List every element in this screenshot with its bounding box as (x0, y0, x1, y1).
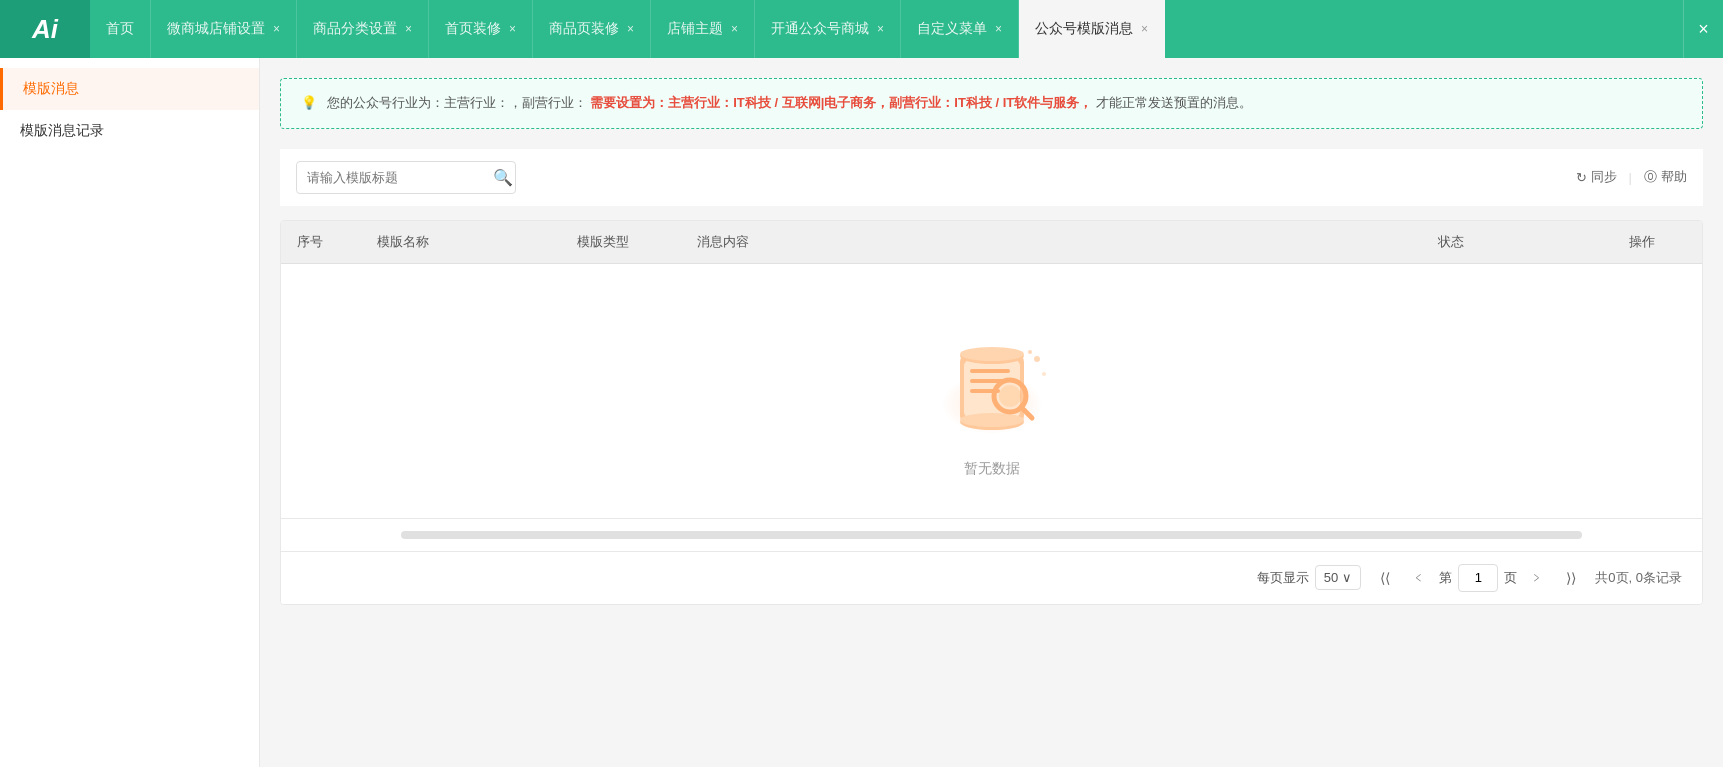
nav-tab-product-decor[interactable]: 商品页装修 × (533, 0, 651, 58)
page-layout: 模版消息模版消息记录 💡 您的公众号行业为：主营行业：，副营行业： 需要设置为：… (0, 58, 1723, 767)
sync-icon: ↻ (1576, 170, 1587, 185)
nav-tab-close[interactable]: × (405, 22, 412, 36)
search-right: ↻ 同步 | ⓪ 帮助 (1576, 168, 1687, 186)
sync-button[interactable]: ↻ 同步 (1576, 168, 1617, 186)
nav-tab-close[interactable]: × (995, 22, 1002, 36)
search-button[interactable]: 🔍 (485, 162, 516, 193)
col-header-type: 模版类型 (561, 221, 681, 263)
nav-tab-custom-menu[interactable]: 自定义菜单 × (901, 0, 1019, 58)
divider: | (1629, 170, 1632, 185)
page-nav: ⟨⟨ ﹤ 第 页 ﹥ ⟩⟩ (1371, 564, 1585, 592)
nav-tab-close[interactable]: × (731, 22, 738, 36)
nav-tab-category[interactable]: 商品分类设置 × (297, 0, 429, 58)
sidebar-item-template-msg[interactable]: 模版消息 (0, 68, 259, 110)
empty-state: 暂无数据 (281, 264, 1702, 518)
page-size-value: 50 (1324, 570, 1338, 585)
empty-illustration (932, 324, 1052, 444)
nav-tab-label: 商品页装修 (549, 20, 619, 38)
page-size-label: 每页显示 (1257, 569, 1309, 587)
svg-rect-3 (970, 369, 1010, 373)
last-page-button[interactable]: ⟩⟩ (1557, 564, 1585, 592)
main-content: 💡 您的公众号行业为：主营行业：，副营行业： 需要设置为：主营行业：IT科技 /… (260, 58, 1723, 767)
help-icon: ⓪ (1644, 168, 1657, 186)
svg-point-9 (960, 413, 1024, 427)
nav-tab-label: 微商城店铺设置 (167, 20, 265, 38)
brand-logo[interactable]: Ai (0, 0, 90, 58)
help-label: 帮助 (1661, 168, 1687, 186)
nav-tab-template-msg[interactable]: 公众号模版消息 × (1019, 0, 1165, 58)
nav-tab-label: 首页装修 (445, 20, 501, 38)
nav-tab-home-decor[interactable]: 首页装修 × (429, 0, 533, 58)
page-number-input[interactable] (1458, 564, 1498, 592)
search-input-wrap: 🔍 (296, 161, 516, 194)
notice-icon: 💡 (301, 93, 317, 114)
nav-tab-close[interactable]: × (509, 22, 516, 36)
nav-tab-label: 商品分类设置 (313, 20, 397, 38)
search-left: 🔍 (296, 161, 516, 194)
horizontal-scrollbar[interactable] (401, 531, 1582, 539)
col-header-action: 操作 (1582, 221, 1702, 263)
close-all-button[interactable]: × (1683, 0, 1723, 58)
nav-tab-label: 公众号模版消息 (1035, 20, 1133, 38)
table-header: 序号 模版名称 模版类型 消息内容 状态 操作 (281, 221, 1702, 264)
col-header-seq: 序号 (281, 221, 361, 263)
sidebar-item-template-msg-log[interactable]: 模版消息记录 (0, 110, 259, 152)
top-nav: Ai 首页微商城店铺设置×商品分类设置×首页装修×商品页装修×店铺主题×开通公众… (0, 0, 1723, 58)
data-table: 序号 模版名称 模版类型 消息内容 状态 操作 (280, 220, 1703, 605)
search-bar: 🔍 ↻ 同步 | ⓪ 帮助 (280, 149, 1703, 206)
col-header-status: 状态 (1422, 221, 1582, 263)
sync-label: 同步 (1591, 168, 1617, 186)
notice-box: 💡 您的公众号行业为：主营行业：，副营行业： 需要设置为：主营行业：IT科技 /… (280, 78, 1703, 129)
svg-point-15 (1028, 350, 1032, 354)
search-input[interactable] (297, 164, 485, 191)
total-info: 共0页, 0条记录 (1595, 569, 1682, 587)
nav-tab-close[interactable]: × (1141, 22, 1148, 36)
nav-tab-close[interactable]: × (627, 22, 634, 36)
nav-tab-label: 自定义菜单 (917, 20, 987, 38)
nav-tab-label: 店铺主题 (667, 20, 723, 38)
nav-tab-label: 开通公众号商城 (771, 20, 869, 38)
page-size-dropdown[interactable]: 50 ∨ (1315, 565, 1361, 590)
nav-tab-label: 首页 (106, 20, 134, 38)
scrollbar-row (281, 518, 1702, 551)
svg-point-11 (999, 385, 1021, 407)
page-size-select: 每页显示 50 ∨ (1257, 565, 1361, 590)
page-unit: 页 (1504, 569, 1517, 587)
nav-tab-shop-theme[interactable]: 店铺主题 × (651, 0, 755, 58)
next-page-button[interactable]: ﹥ (1523, 564, 1551, 592)
page-prefix: 第 (1439, 569, 1452, 587)
nav-tab-wsc-shop[interactable]: 微商城店铺设置 × (151, 0, 297, 58)
notice-highlight: 需要设置为：主营行业：IT科技 / 互联网|电子商务，副营行业：IT科技 / I… (590, 95, 1092, 110)
col-header-name: 模版名称 (361, 221, 561, 263)
prev-page-button[interactable]: ﹤ (1405, 564, 1433, 592)
nav-tab-home[interactable]: 首页 (90, 0, 151, 58)
nav-tab-close[interactable]: × (877, 22, 884, 36)
notice-suffix: 才能正常发送预置的消息。 (1096, 95, 1252, 110)
nav-tab-open-mall[interactable]: 开通公众号商城 × (755, 0, 901, 58)
nav-tab-close[interactable]: × (273, 22, 280, 36)
svg-point-7 (960, 347, 1024, 361)
first-page-button[interactable]: ⟨⟨ (1371, 564, 1399, 592)
svg-point-13 (1034, 356, 1040, 362)
dropdown-icon: ∨ (1342, 570, 1352, 585)
help-button[interactable]: ⓪ 帮助 (1644, 168, 1687, 186)
notice-prefix: 您的公众号行业为：主营行业：，副营行业： (327, 95, 587, 110)
sidebar: 模版消息模版消息记录 (0, 58, 260, 767)
empty-text: 暂无数据 (964, 460, 1020, 478)
pagination-bar: 每页显示 50 ∨ ⟨⟨ ﹤ 第 页 ﹥ ⟩⟩ 共0页, 0条记录 (281, 551, 1702, 604)
col-header-content: 消息内容 (681, 221, 1422, 263)
svg-point-14 (1042, 372, 1046, 376)
nav-tabs: 首页微商城店铺设置×商品分类设置×首页装修×商品页装修×店铺主题×开通公众号商城… (90, 0, 1683, 58)
